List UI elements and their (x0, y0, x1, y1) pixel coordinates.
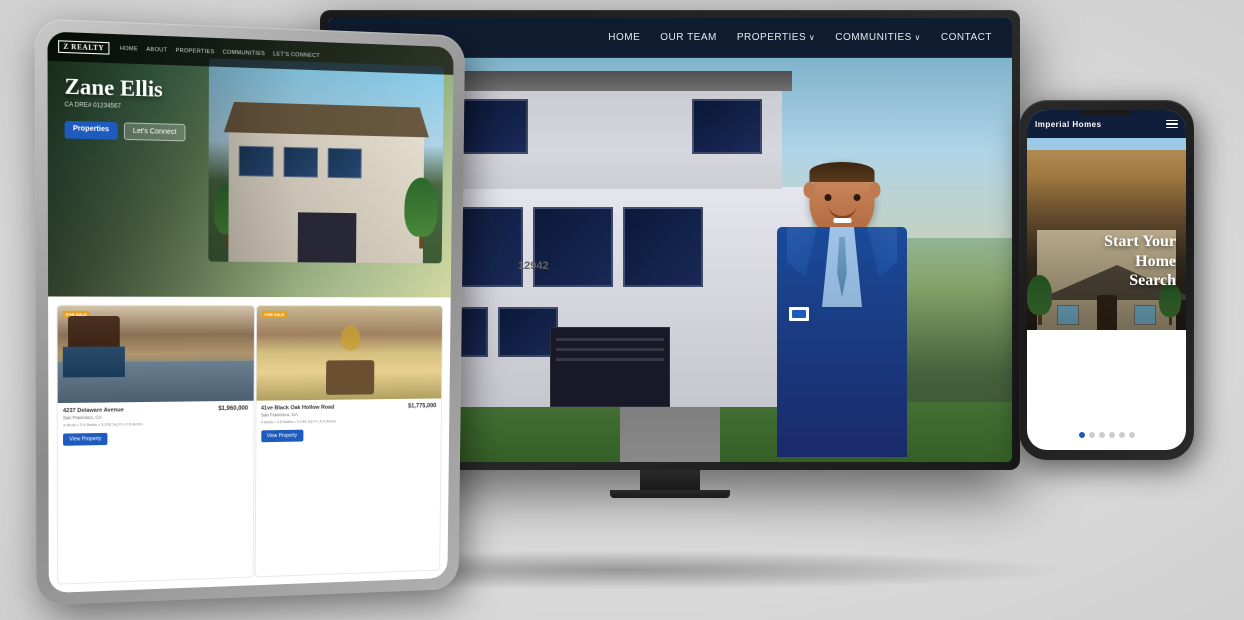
phone-screen: Imperial Homes (1027, 110, 1186, 450)
tablet-listing-card-1: FOR SALE $1,960,000 4237 Delaware Avenue… (56, 305, 254, 585)
tablet-agent-name: Zane Ellis (64, 74, 185, 103)
monitor-nav-links: HOME OUR TEAM PROPERTIES COMMUNITIES CON… (608, 32, 992, 43)
phone-menu-bar-2 (1166, 123, 1178, 125)
phone-dot-1[interactable] (1079, 432, 1085, 438)
phone-outer-frame: Imperial Homes (1019, 100, 1194, 460)
agent-eye-right (853, 194, 860, 201)
phone-menu-bar-3 (1166, 127, 1178, 129)
phone-menu-bar-1 (1166, 120, 1178, 122)
tablet-nav-links: HOME ABOUT PROPERTIES COMMUNITIES LET'S … (120, 46, 320, 59)
tablet-listing-info-2: $1,775,000 41ve Black Oak Hollow Road Sa… (255, 398, 441, 576)
agent-badge (789, 307, 809, 321)
monitor-stand (640, 470, 700, 490)
tablet-screen: Z REALTY HOME ABOUT PROPERTIES COMMUNITI… (47, 31, 453, 593)
tablet-nav-connect[interactable]: LET'S CONNECT (273, 51, 320, 59)
phone-dot-6[interactable] (1129, 432, 1135, 438)
agent-ear-right (869, 182, 881, 198)
agent-lapel-left (787, 227, 817, 277)
monitor-agent-figure (732, 122, 952, 462)
phone-dot-4[interactable] (1109, 432, 1115, 438)
agent-lapel-right (867, 227, 897, 277)
tablet-listing-price-1: $1,960,000 (218, 406, 248, 412)
tablet-listing-price-2: $1,775,000 (408, 403, 436, 409)
tablet-listing-details-2: 4 Beds • 3.5 Baths • 3,148 Sq Ft | 0.6 A… (261, 417, 436, 425)
agent-hair (810, 162, 875, 182)
phone-dot-3[interactable] (1099, 432, 1105, 438)
tablet-properties-button[interactable]: Properties (65, 121, 118, 140)
phone-hero-overlay (1027, 110, 1186, 330)
tablet-listing-info-1: $1,960,000 4237 Delaware Avenue San Fran… (58, 401, 253, 584)
scene: Z REALTY HOME ABOUT PROPERTIES COMMUNITI… (0, 0, 1244, 620)
phone-dot-2[interactable] (1089, 432, 1095, 438)
monitor-nav-team[interactable]: OUR TEAM (660, 32, 717, 43)
phone-device: Imperial Homes (1019, 100, 1194, 460)
agent-body (767, 162, 917, 462)
tablet-listing-btn-2[interactable]: View Property (261, 430, 303, 443)
tablet-listing-image-1: FOR SALE (58, 306, 254, 403)
agent-badge-inner (792, 310, 806, 318)
phone-dot-5[interactable] (1119, 432, 1125, 438)
tablet-listing-image-2: FOR SALE (256, 306, 442, 401)
phone-logo: Imperial Homes (1035, 120, 1102, 129)
tablet-listings: FOR SALE $1,960,000 4237 Delaware Avenue… (48, 296, 451, 593)
phone-carousel-dots (1079, 432, 1135, 438)
phone-content (1027, 330, 1186, 450)
dining-lamp (341, 326, 360, 351)
tablet-nav-properties[interactable]: PROPERTIES (176, 48, 215, 56)
tablet-device: Z REALTY HOME ABOUT PROPERTIES COMMUNITI… (40, 30, 470, 600)
dining-table (326, 360, 374, 395)
agent-head (810, 162, 875, 237)
bedroom-bed (63, 347, 125, 378)
phone-menu-icon[interactable] (1166, 120, 1178, 129)
tablet-agent-subtitle: CA DRE# 01234567 (65, 102, 186, 112)
phone-hero-title-block: Start YourHomeSearch (1104, 232, 1176, 290)
monitor-nav-contact[interactable]: CONTACT (941, 32, 992, 43)
agent-eye-left (824, 194, 831, 201)
tablet-nav-home[interactable]: HOME (120, 46, 138, 53)
agent-suit (777, 227, 907, 457)
monitor-nav-home[interactable]: HOME (608, 32, 640, 43)
phone-hero: REAL ESTATE GROUP Start YourHomeSearch (1027, 110, 1186, 330)
tablet-outer-frame: Z REALTY HOME ABOUT PROPERTIES COMMUNITI… (35, 18, 465, 605)
tablet-listing-btn-1[interactable]: View Property (63, 433, 108, 446)
tablet-logo: Z REALTY (58, 40, 109, 54)
tablet-connect-button[interactable]: Let's Connect (124, 123, 186, 142)
tablet-listing-card-2: FOR SALE $1,775,000 41ve Black Oak Hollo… (254, 305, 443, 577)
tablet-hero-buttons: Properties Let's Connect (65, 121, 186, 142)
monitor-nav-communities[interactable]: COMMUNITIES (835, 32, 921, 43)
agent-eyes (824, 194, 860, 201)
tablet-nav-about[interactable]: ABOUT (146, 47, 167, 54)
agent-ear-left (804, 182, 816, 198)
tablet-listing-badge-2: FOR SALE (261, 311, 287, 318)
monitor-base (610, 490, 730, 498)
tablet-listing-details-1: 4 Beds • 3.5 Baths • 3,200 Sq Ft | 0.6 A… (63, 420, 248, 428)
tablet-hero-text: Zane Ellis CA DRE# 01234567 Properties L… (64, 74, 185, 142)
phone-notch (1082, 110, 1132, 116)
agent-smile (828, 205, 856, 219)
phone-hero-title: Start YourHomeSearch (1104, 232, 1176, 290)
tablet-nav-communities[interactable]: COMMUNITIES (223, 50, 266, 58)
agent-teeth (833, 218, 851, 223)
monitor-nav-properties[interactable]: PROPERTIES (737, 32, 815, 43)
